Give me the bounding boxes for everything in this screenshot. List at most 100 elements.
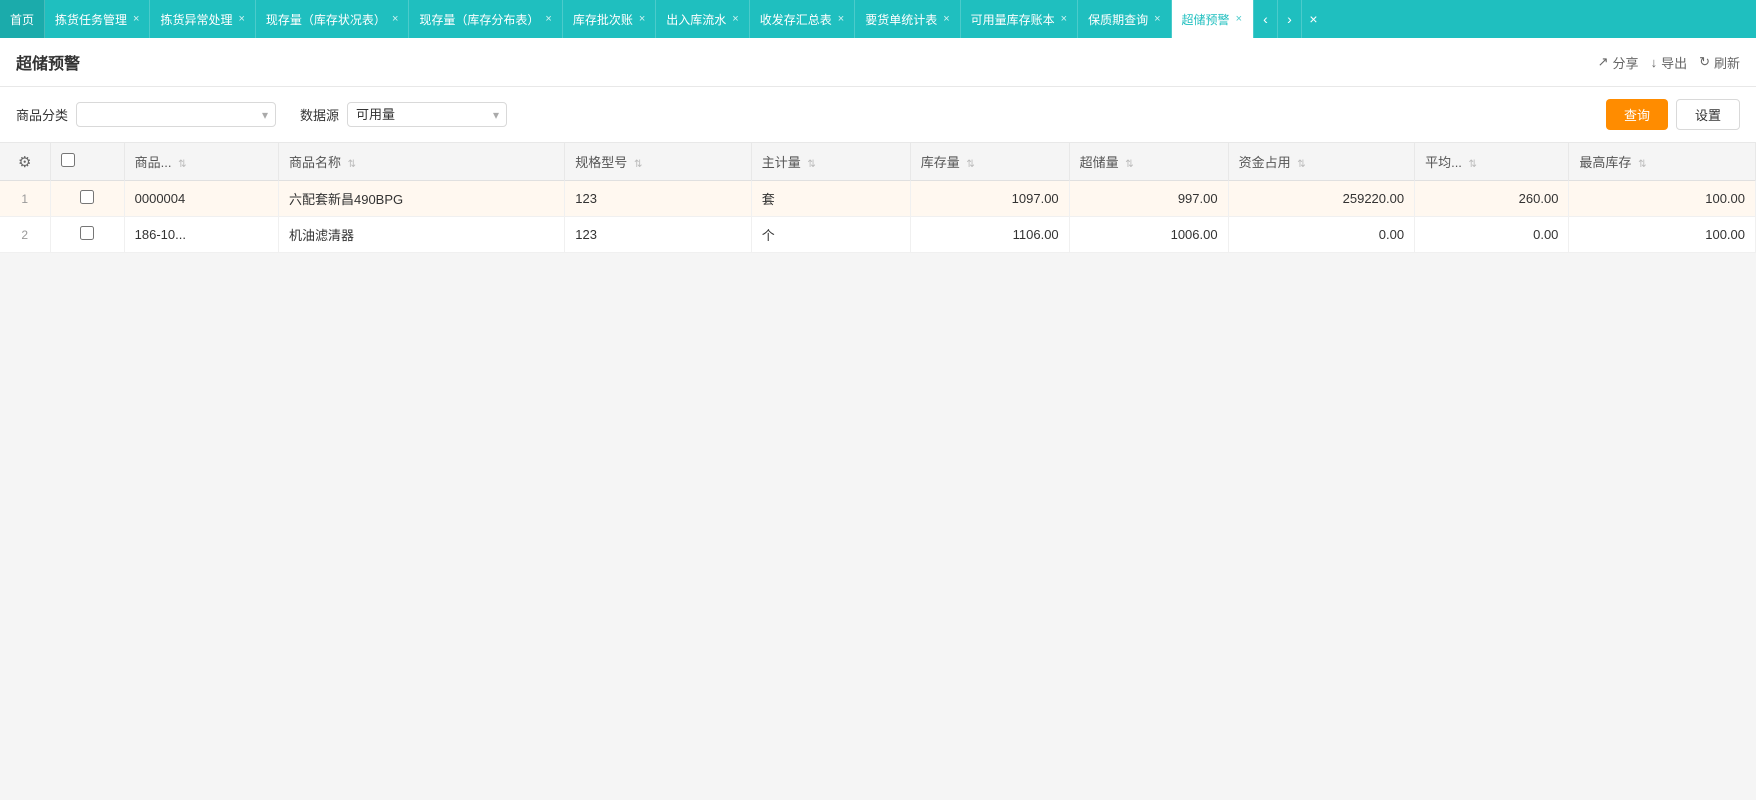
close-icon[interactable]: × [639, 13, 645, 25]
share-icon: ↗ [1598, 54, 1609, 70]
row-max-stock: 100.00 [1569, 181, 1756, 217]
th-goods-code[interactable]: 商品... ⇅ [124, 143, 278, 181]
page-header: 超储预警 ↗ 分享 ↓ 导出 ↻ 刷新 [0, 38, 1756, 87]
row-index: 1 [0, 181, 50, 217]
close-icon[interactable]: × [943, 13, 949, 25]
nav-close-button[interactable]: × [1301, 0, 1325, 38]
row-index: 2 [0, 217, 50, 253]
sort-icon: ⇅ [966, 159, 974, 170]
nav-item-stock-status[interactable]: 现存量（库存状况表） × [256, 0, 409, 38]
row-unit: 套 [751, 181, 910, 217]
nav-item-inout[interactable]: 出入库流水 × [656, 0, 749, 38]
nav-prev-button[interactable]: ‹ [1253, 0, 1277, 38]
sort-icon: ⇅ [634, 159, 642, 170]
sort-icon: ⇅ [1469, 159, 1477, 170]
th-checkbox[interactable] [50, 143, 124, 181]
nav-item-demand[interactable]: 要货单统计表 × [855, 0, 960, 38]
sort-icon: ⇅ [348, 159, 356, 170]
row-spec: 123 [565, 181, 751, 217]
category-select-wrapper [76, 102, 276, 127]
table-body: 1 0000004 六配套新昌490BPG 123 套 1097.00 997.… [0, 181, 1756, 253]
sort-icon: ⇅ [1125, 159, 1133, 170]
page-title: 超储预警 [16, 50, 80, 74]
row-goods-code: 0000004 [124, 181, 278, 217]
nav-item-task[interactable]: 拣货任务管理 × [45, 0, 150, 38]
th-goods-name[interactable]: 商品名称 ⇅ [278, 143, 564, 181]
nav-item-summary[interactable]: 收发存汇总表 × [750, 0, 855, 38]
th-spec[interactable]: 规格型号 ⇅ [565, 143, 751, 181]
table-container: ⚙ 商品... ⇅ 商品名称 ⇅ 规格型号 ⇅ 主计量 [0, 143, 1756, 253]
nav-item-available[interactable]: 可用量库存账本 × [961, 0, 1078, 38]
filter-buttons: 查询 设置 [1606, 99, 1740, 130]
row-max-stock: 100.00 [1569, 217, 1756, 253]
nav-next-button[interactable]: › [1277, 0, 1301, 38]
query-button[interactable]: 查询 [1606, 99, 1668, 130]
close-icon[interactable]: × [1236, 13, 1242, 25]
export-icon: ↓ [1651, 55, 1658, 70]
category-filter-group: 商品分类 [16, 102, 276, 127]
gear-icon[interactable]: ⚙ [18, 154, 31, 171]
sort-icon: ⇅ [1297, 159, 1305, 170]
row-overstock: 1006.00 [1069, 217, 1228, 253]
filter-area: 商品分类 数据源 可用量 库存量 查询 设置 [0, 87, 1756, 143]
datasource-select-wrapper: 可用量 库存量 [347, 102, 507, 127]
row-checkbox-cell[interactable] [50, 217, 124, 253]
row-stock: 1106.00 [910, 217, 1069, 253]
nav-item-batch[interactable]: 库存批次账 × [563, 0, 656, 38]
close-icon[interactable]: × [1061, 13, 1067, 25]
refresh-button[interactable]: ↻ 刷新 [1699, 53, 1740, 72]
table-row: 2 186-10... 机油滤清器 123 个 1106.00 1006.00 … [0, 217, 1756, 253]
row-stock: 1097.00 [910, 181, 1069, 217]
th-unit[interactable]: 主计量 ⇅ [751, 143, 910, 181]
row-unit: 个 [751, 217, 910, 253]
category-select[interactable] [76, 102, 276, 127]
export-button[interactable]: ↓ 导出 [1651, 53, 1688, 72]
close-icon[interactable]: × [392, 13, 398, 25]
th-capital[interactable]: 资金占用 ⇅ [1228, 143, 1414, 181]
datasource-filter-group: 数据源 可用量 库存量 [300, 102, 507, 127]
row-capital: 0.00 [1228, 217, 1414, 253]
refresh-icon: ↻ [1699, 54, 1710, 70]
row-overstock: 997.00 [1069, 181, 1228, 217]
row-avg: 260.00 [1415, 181, 1569, 217]
table-header: ⚙ 商品... ⇅ 商品名称 ⇅ 规格型号 ⇅ 主计量 [0, 143, 1756, 181]
data-table: ⚙ 商品... ⇅ 商品名称 ⇅ 规格型号 ⇅ 主计量 [0, 143, 1756, 253]
sort-icon: ⇅ [1638, 159, 1646, 170]
nav-item-overstock[interactable]: 超储预警 × [1172, 0, 1253, 38]
sort-icon: ⇅ [178, 159, 186, 170]
close-icon[interactable]: × [238, 13, 244, 25]
row-goods-code: 186-10... [124, 217, 278, 253]
close-icon[interactable]: × [732, 13, 738, 25]
th-settings[interactable]: ⚙ [0, 143, 50, 181]
row-checkbox[interactable] [80, 190, 94, 204]
settings-button[interactable]: 设置 [1676, 99, 1740, 130]
close-icon[interactable]: × [838, 13, 844, 25]
nav-bar: 首页 拣货任务管理 × 拣货异常处理 × 现存量（库存状况表） × 现存量（库存… [0, 0, 1756, 38]
nav-item-home[interactable]: 首页 [0, 0, 45, 38]
header-actions: ↗ 分享 ↓ 导出 ↻ 刷新 [1598, 53, 1740, 72]
close-icon[interactable]: × [1154, 13, 1160, 25]
row-avg: 0.00 [1415, 217, 1569, 253]
th-overstock[interactable]: 超储量 ⇅ [1069, 143, 1228, 181]
close-icon[interactable]: × [133, 13, 139, 25]
th-stock[interactable]: 库存量 ⇅ [910, 143, 1069, 181]
select-all-checkbox[interactable] [61, 153, 75, 167]
sort-icon: ⇅ [807, 159, 815, 170]
row-goods-name: 六配套新昌490BPG [278, 181, 564, 217]
row-checkbox-cell[interactable] [50, 181, 124, 217]
row-checkbox[interactable] [80, 226, 94, 240]
datasource-select[interactable]: 可用量 库存量 [347, 102, 507, 127]
row-spec: 123 [565, 217, 751, 253]
share-button[interactable]: ↗ 分享 [1598, 53, 1639, 72]
th-max-stock[interactable]: 最高库存 ⇅ [1569, 143, 1756, 181]
close-icon[interactable]: × [545, 13, 551, 25]
row-goods-name: 机油滤清器 [278, 217, 564, 253]
category-label: 商品分类 [16, 105, 68, 124]
nav-item-abnormal[interactable]: 拣货异常处理 × [150, 0, 255, 38]
row-capital: 259220.00 [1228, 181, 1414, 217]
datasource-label: 数据源 [300, 105, 339, 124]
th-avg[interactable]: 平均... ⇅ [1415, 143, 1569, 181]
table-row: 1 0000004 六配套新昌490BPG 123 套 1097.00 997.… [0, 181, 1756, 217]
nav-item-quality[interactable]: 保质期查询 × [1078, 0, 1171, 38]
nav-item-stock-dist[interactable]: 现存量（库存分布表） × [409, 0, 562, 38]
